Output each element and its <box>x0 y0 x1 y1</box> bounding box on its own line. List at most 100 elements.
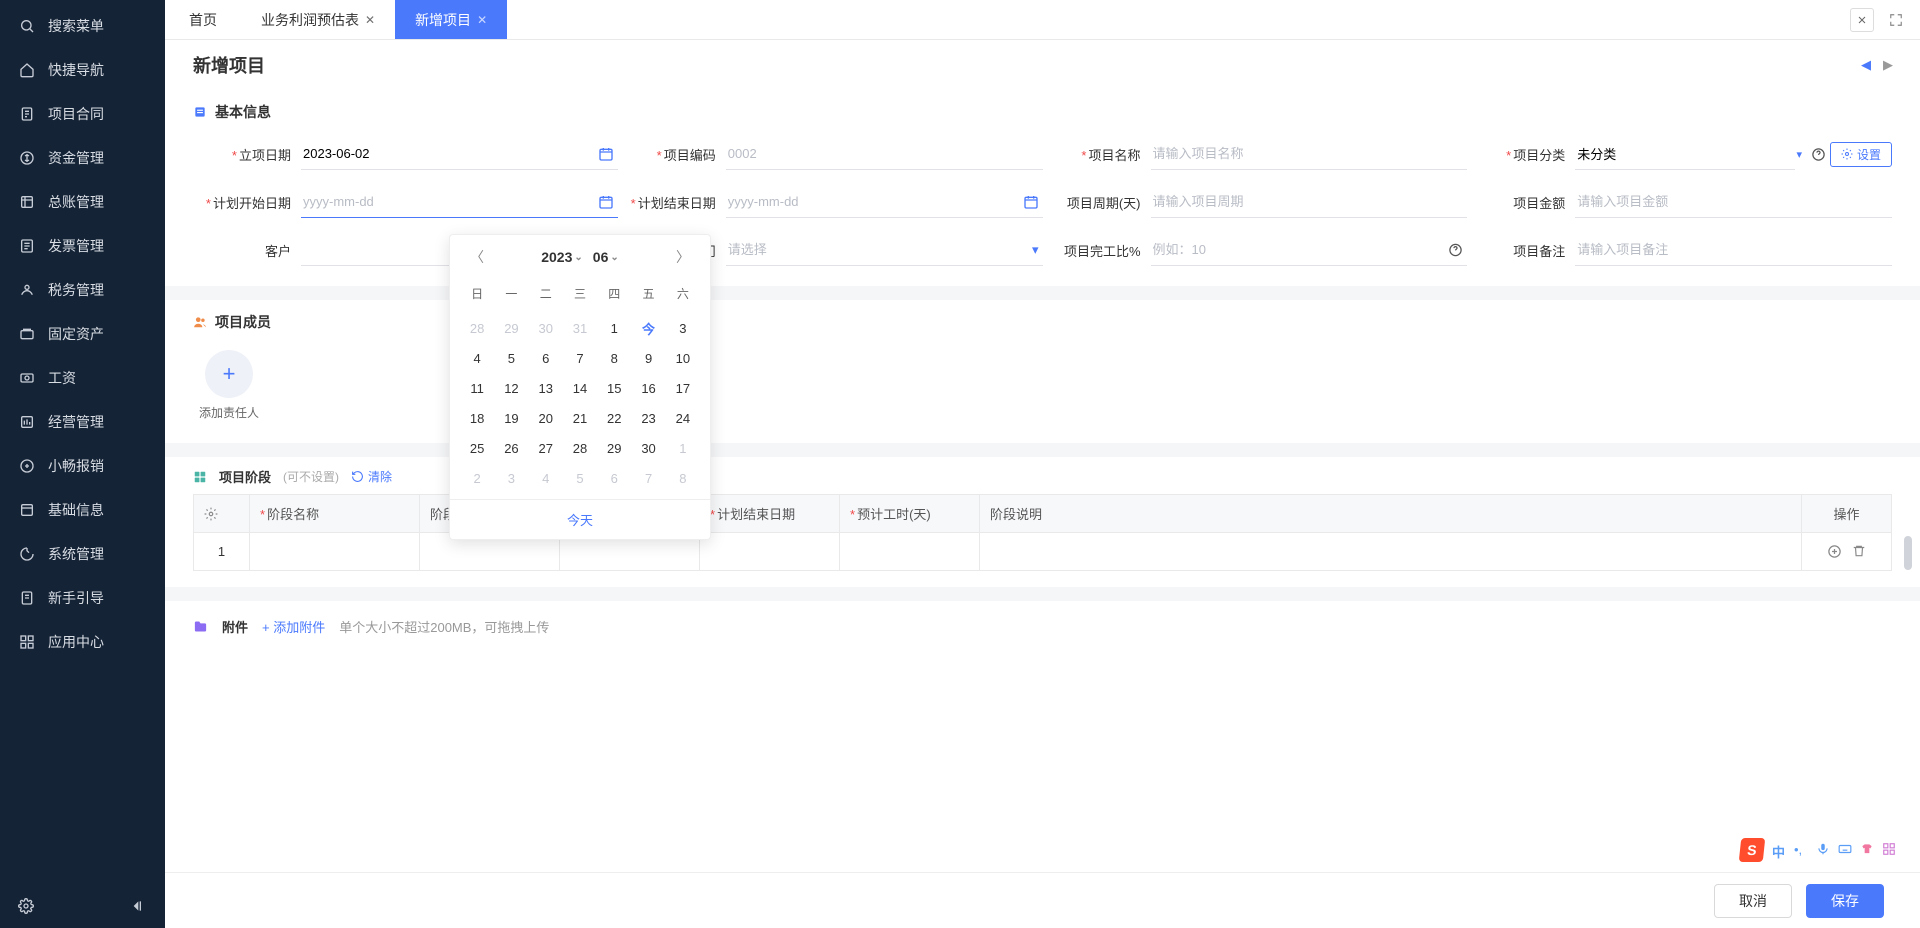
sidebar-item-contract[interactable]: 项目合同 <box>0 92 165 136</box>
settings-icon[interactable] <box>18 898 34 914</box>
cell-stage-name[interactable] <box>250 533 420 571</box>
plan-end-input[interactable] <box>726 186 1043 218</box>
sidebar-item-guide[interactable]: 新手引导 <box>0 576 165 620</box>
project-category-select[interactable] <box>1575 138 1795 170</box>
sidebar-item-info[interactable]: 基础信息 <box>0 488 165 532</box>
prev-record-icon[interactable]: ◀ <box>1858 57 1874 73</box>
day-cell[interactable]: 20 <box>529 403 563 433</box>
day-cell[interactable]: 18 <box>460 403 494 433</box>
cancel-button[interactable]: 取消 <box>1714 884 1792 918</box>
ime-keyboard-icon[interactable] <box>1838 842 1854 858</box>
day-cell[interactable]: 25 <box>460 433 494 463</box>
tab-2[interactable]: 新增项目✕ <box>395 0 507 39</box>
sidebar-item-ops[interactable]: 经营管理 <box>0 400 165 444</box>
ime-toolbox-icon[interactable] <box>1882 842 1898 858</box>
day-cell[interactable]: 6 <box>597 463 631 493</box>
day-cell[interactable]: 8 <box>666 463 700 493</box>
day-cell[interactable]: 7 <box>631 463 665 493</box>
day-cell[interactable]: 1 <box>666 433 700 463</box>
day-cell[interactable]: 5 <box>563 463 597 493</box>
add-attachment-button[interactable]: + 添加附件 <box>262 617 325 636</box>
day-cell[interactable]: 3 <box>666 313 700 343</box>
help-icon[interactable] <box>1448 243 1463 258</box>
day-cell[interactable]: 1 <box>597 313 631 343</box>
day-cell[interactable]: 30 <box>529 313 563 343</box>
ime-lang-icon[interactable]: 中 <box>1772 842 1788 858</box>
fullscreen-icon[interactable] <box>1884 8 1908 32</box>
day-cell[interactable]: 21 <box>563 403 597 433</box>
day-cell[interactable]: 11 <box>460 373 494 403</box>
save-button[interactable]: 保存 <box>1806 884 1884 918</box>
day-cell[interactable]: 29 <box>494 313 528 343</box>
day-cell[interactable]: 4 <box>460 343 494 373</box>
ime-logo-icon[interactable]: S <box>1739 838 1766 862</box>
tab-1[interactable]: 业务利润预估表✕ <box>241 0 395 39</box>
sidebar-item-salary[interactable]: 工资 <box>0 356 165 400</box>
calendar-icon[interactable] <box>598 146 614 162</box>
col-settings[interactable] <box>194 495 250 533</box>
delete-row-icon[interactable] <box>1852 544 1866 559</box>
day-cell[interactable]: 28 <box>563 433 597 463</box>
day-cell[interactable]: 23 <box>631 403 665 433</box>
add-member-button[interactable]: + <box>205 350 253 398</box>
help-icon[interactable] <box>1811 147 1826 162</box>
day-cell[interactable]: 7 <box>563 343 597 373</box>
sidebar-item-tax[interactable]: 税务管理 <box>0 268 165 312</box>
department-select[interactable] <box>726 234 1043 266</box>
day-cell[interactable]: 19 <box>494 403 528 433</box>
next-month-icon[interactable]: 〉 <box>670 245 696 269</box>
chevron-down-icon[interactable]: ▾ <box>1032 242 1039 258</box>
calendar-icon[interactable] <box>598 194 614 210</box>
collapse-icon[interactable] <box>131 898 147 914</box>
ime-mic-icon[interactable] <box>1816 842 1832 858</box>
cell-stage-desc[interactable] <box>980 533 1802 571</box>
day-cell[interactable]: 26 <box>494 433 528 463</box>
day-cell[interactable]: 22 <box>597 403 631 433</box>
year-selector[interactable]: 2023⌄ <box>541 249 583 265</box>
ime-skin-icon[interactable] <box>1860 842 1876 858</box>
cell-stage-end[interactable] <box>700 533 840 571</box>
today-button[interactable]: 今天 <box>450 499 710 539</box>
day-cell[interactable]: 6 <box>529 343 563 373</box>
sidebar-item-expense[interactable]: 小畅报销 <box>0 444 165 488</box>
plan-start-input[interactable] <box>301 186 618 218</box>
progress-input[interactable] <box>1151 234 1468 266</box>
day-cell[interactable]: 29 <box>597 433 631 463</box>
close-all-icon[interactable] <box>1850 8 1874 32</box>
day-cell[interactable]: 24 <box>666 403 700 433</box>
cell-stage-hours[interactable] <box>840 533 980 571</box>
sidebar-item-asset[interactable]: 固定资产 <box>0 312 165 356</box>
day-cell[interactable]: 13 <box>529 373 563 403</box>
project-code-input[interactable] <box>726 138 1043 170</box>
sidebar-item-ledger[interactable]: 总账管理 <box>0 180 165 224</box>
cycle-input[interactable] <box>1151 186 1468 218</box>
day-cell[interactable]: 17 <box>666 373 700 403</box>
day-cell[interactable]: 2 <box>460 463 494 493</box>
day-cell[interactable]: 31 <box>563 313 597 343</box>
day-cell[interactable]: 16 <box>631 373 665 403</box>
next-record-icon[interactable]: ▶ <box>1880 57 1896 73</box>
sidebar-item-fund[interactable]: 资金管理 <box>0 136 165 180</box>
day-cell[interactable]: 8 <box>597 343 631 373</box>
clear-stages-button[interactable]: 清除 <box>351 468 392 485</box>
day-cell[interactable]: 3 <box>494 463 528 493</box>
day-cell[interactable]: 12 <box>494 373 528 403</box>
day-cell[interactable]: 28 <box>460 313 494 343</box>
day-cell[interactable]: 今 <box>631 313 665 343</box>
table-scrollbar[interactable] <box>1904 536 1912 570</box>
create-date-input[interactable] <box>301 138 618 170</box>
day-cell[interactable]: 9 <box>631 343 665 373</box>
calendar-icon[interactable] <box>1023 194 1039 210</box>
day-cell[interactable]: 15 <box>597 373 631 403</box>
ime-punct-icon[interactable]: •, <box>1794 842 1810 858</box>
day-cell[interactable]: 27 <box>529 433 563 463</box>
day-cell[interactable]: 30 <box>631 433 665 463</box>
sidebar-item-system[interactable]: 系统管理 <box>0 532 165 576</box>
category-settings-button[interactable]: 设置 <box>1830 142 1892 167</box>
prev-month-icon[interactable]: 〈 <box>464 245 490 269</box>
close-icon[interactable]: ✕ <box>365 13 375 27</box>
remark-input[interactable] <box>1575 234 1892 266</box>
amount-input[interactable] <box>1575 186 1892 218</box>
tab-0[interactable]: 首页 <box>165 0 241 39</box>
day-cell[interactable]: 5 <box>494 343 528 373</box>
